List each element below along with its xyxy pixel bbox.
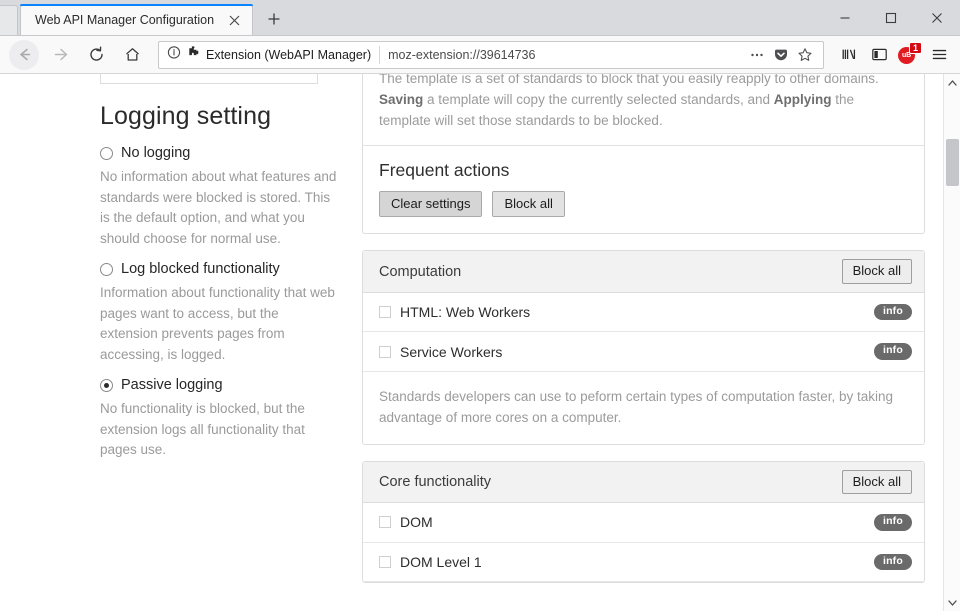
scroll-up-arrow-icon[interactable]: [944, 74, 960, 91]
section-description-text: Standards developers can use to peform c…: [379, 388, 894, 425]
block-all-button-core-functionality[interactable]: Block all: [841, 469, 912, 495]
section-title-computation: Computation: [379, 263, 462, 280]
clipped-card-above: [100, 74, 318, 84]
template-description: The template is a set of standards to bl…: [379, 74, 908, 131]
template-line-4: standards, and: [680, 92, 774, 108]
info-badge-html-web-workers[interactable]: info: [873, 303, 912, 321]
new-tab-button[interactable]: [259, 4, 289, 34]
clear-settings-button[interactable]: Clear settings: [379, 191, 483, 218]
radio-label-passive-logging: Passive logging: [121, 377, 223, 394]
frequent-actions-block-all-button[interactable]: Block all: [492, 191, 565, 218]
toolbar-right-icons: uB 1: [834, 40, 954, 70]
logging-option-log-blocked-functionality[interactable]: Log blocked functionality Information ab…: [100, 261, 340, 365]
identity-box[interactable]: Extension (WebAPI Manager): [167, 45, 381, 65]
hamburger-menu-icon[interactable]: [924, 40, 954, 70]
checkbox-dom-level-1[interactable]: [379, 556, 391, 569]
scroll-down-arrow-icon[interactable]: [944, 594, 960, 611]
checkbox-html-web-workers[interactable]: [379, 306, 391, 318]
tab-partial-offscreen[interactable]: [0, 5, 18, 35]
logging-settings-column: Logging setting No logging No informatio…: [100, 74, 340, 611]
radio-desc-log-blocked-functionality: Information about functionality that web…: [100, 285, 335, 362]
radio-log-blocked-functionality[interactable]: [100, 262, 113, 276]
info-badge-dom[interactable]: info: [873, 514, 912, 531]
block-all-button-computation[interactable]: Block all: [841, 259, 912, 284]
logging-option-passive-logging[interactable]: Passive logging No functionality is bloc…: [100, 377, 340, 461]
logging-option-no-logging[interactable]: No logging No information about what fea…: [100, 145, 340, 249]
checkbox-service-workers[interactable]: [379, 345, 391, 358]
browser-window: Web API Manager Configuration Extension …: [0, 0, 960, 611]
template-saving-emphasis: Saving: [379, 92, 424, 108]
table-row[interactable]: DOM info: [363, 503, 924, 543]
home-icon[interactable]: [117, 40, 147, 70]
template-line-1: The template is a set of standards to bl…: [379, 74, 786, 86]
section-header-computation: Computation Block all: [363, 251, 924, 293]
options-page: Logging setting No logging No informatio…: [0, 74, 943, 611]
back-arrow-icon[interactable]: [9, 39, 39, 70]
radio-passive-logging[interactable]: [100, 378, 113, 392]
forward-arrow-icon[interactable]: [45, 40, 75, 70]
section-header-core-functionality: Core functionality Block all: [363, 461, 924, 504]
standard-label-html-web-workers: HTML: Web Workers: [400, 304, 531, 320]
info-badge-service-workers[interactable]: info: [873, 343, 912, 360]
tab-strip: Web API Manager Configuration: [0, 0, 960, 36]
library-icon[interactable]: [834, 40, 864, 70]
puzzle-piece-icon: [186, 45, 201, 65]
sidebar-icon[interactable]: [864, 40, 894, 70]
ellipsis-icon[interactable]: [745, 43, 769, 67]
tab-web-api-manager-configuration[interactable]: Web API Manager Configuration: [20, 4, 254, 35]
pocket-icon[interactable]: [769, 43, 793, 67]
template-applying-emphasis: Applying: [773, 92, 832, 108]
url-bar[interactable]: Extension (WebAPI Manager) moz-extension…: [158, 40, 824, 69]
frequent-actions-buttons: Clear settings Block all: [379, 191, 908, 218]
section-description-computation: Standards developers can use to peform c…: [363, 372, 924, 444]
navigation-toolbar: Extension (WebAPI Manager) moz-extension…: [0, 36, 960, 74]
table-row[interactable]: Service Workers info: [363, 332, 924, 372]
table-row[interactable]: HTML: Web Workers info: [363, 292, 924, 333]
section-computation: Computation Block all HTML: Web Workers …: [362, 250, 925, 445]
info-badge-dom-level-1[interactable]: info: [873, 553, 912, 571]
frequent-actions-title: Frequent actions: [379, 160, 510, 181]
table-row[interactable]: DOM Level 1 info: [363, 542, 924, 583]
tab-close-icon[interactable]: [224, 10, 244, 30]
scrollbar-thumb[interactable]: [945, 139, 959, 186]
minimize-button[interactable]: [822, 0, 868, 36]
identity-label: Extension (WebAPI Manager): [206, 47, 372, 62]
vertical-scrollbar[interactable]: [943, 74, 960, 611]
radio-desc-passive-logging: No functionality is blocked, but the ext…: [100, 401, 305, 458]
maximize-button[interactable]: [868, 0, 914, 36]
close-button[interactable]: [914, 0, 960, 36]
extension-badge-count: 1: [909, 41, 922, 54]
page-content: Logging setting No logging No informatio…: [0, 74, 960, 611]
info-circle-icon: [167, 45, 181, 64]
star-icon[interactable]: [793, 43, 817, 67]
checkbox-dom[interactable]: [379, 516, 391, 529]
standards-column: The template is a set of standards to bl…: [362, 74, 925, 611]
reload-icon[interactable]: [81, 40, 111, 70]
ublock-extension-icon[interactable]: uB 1: [894, 40, 924, 70]
section-title-core-functionality: Core functionality: [379, 474, 492, 491]
standard-label-service-workers: Service Workers: [400, 343, 503, 360]
radio-label-log-blocked-functionality: Log blocked functionality: [121, 261, 280, 278]
standard-label-dom: DOM: [400, 514, 433, 531]
template-line-2: other domains.: [789, 74, 879, 86]
radio-desc-no-logging: No information about what features and s…: [100, 169, 337, 246]
window-controls: [822, 0, 960, 36]
radio-no-logging[interactable]: [100, 146, 113, 160]
radio-label-no-logging: No logging: [121, 145, 191, 161]
extension-badge-wrap: uB 1: [898, 41, 922, 66]
template-line-6: blocked.: [612, 113, 663, 129]
page-title: Logging setting: [100, 102, 272, 130]
frequent-actions-section: Frequent actions Clear settings Block al…: [363, 146, 924, 233]
template-card: The template is a set of standards to bl…: [362, 74, 925, 235]
tab-title: Web API Manager Configuration: [35, 13, 215, 27]
section-core-functionality: Core functionality Block all DOM info DO…: [362, 460, 925, 584]
standard-label-dom-level-1: DOM Level 1: [400, 554, 482, 571]
scrollbar-track[interactable]: [944, 91, 960, 594]
template-line-3: a template will copy the currently selec…: [423, 92, 677, 108]
url-text[interactable]: moz-extension://39614736: [388, 48, 745, 62]
